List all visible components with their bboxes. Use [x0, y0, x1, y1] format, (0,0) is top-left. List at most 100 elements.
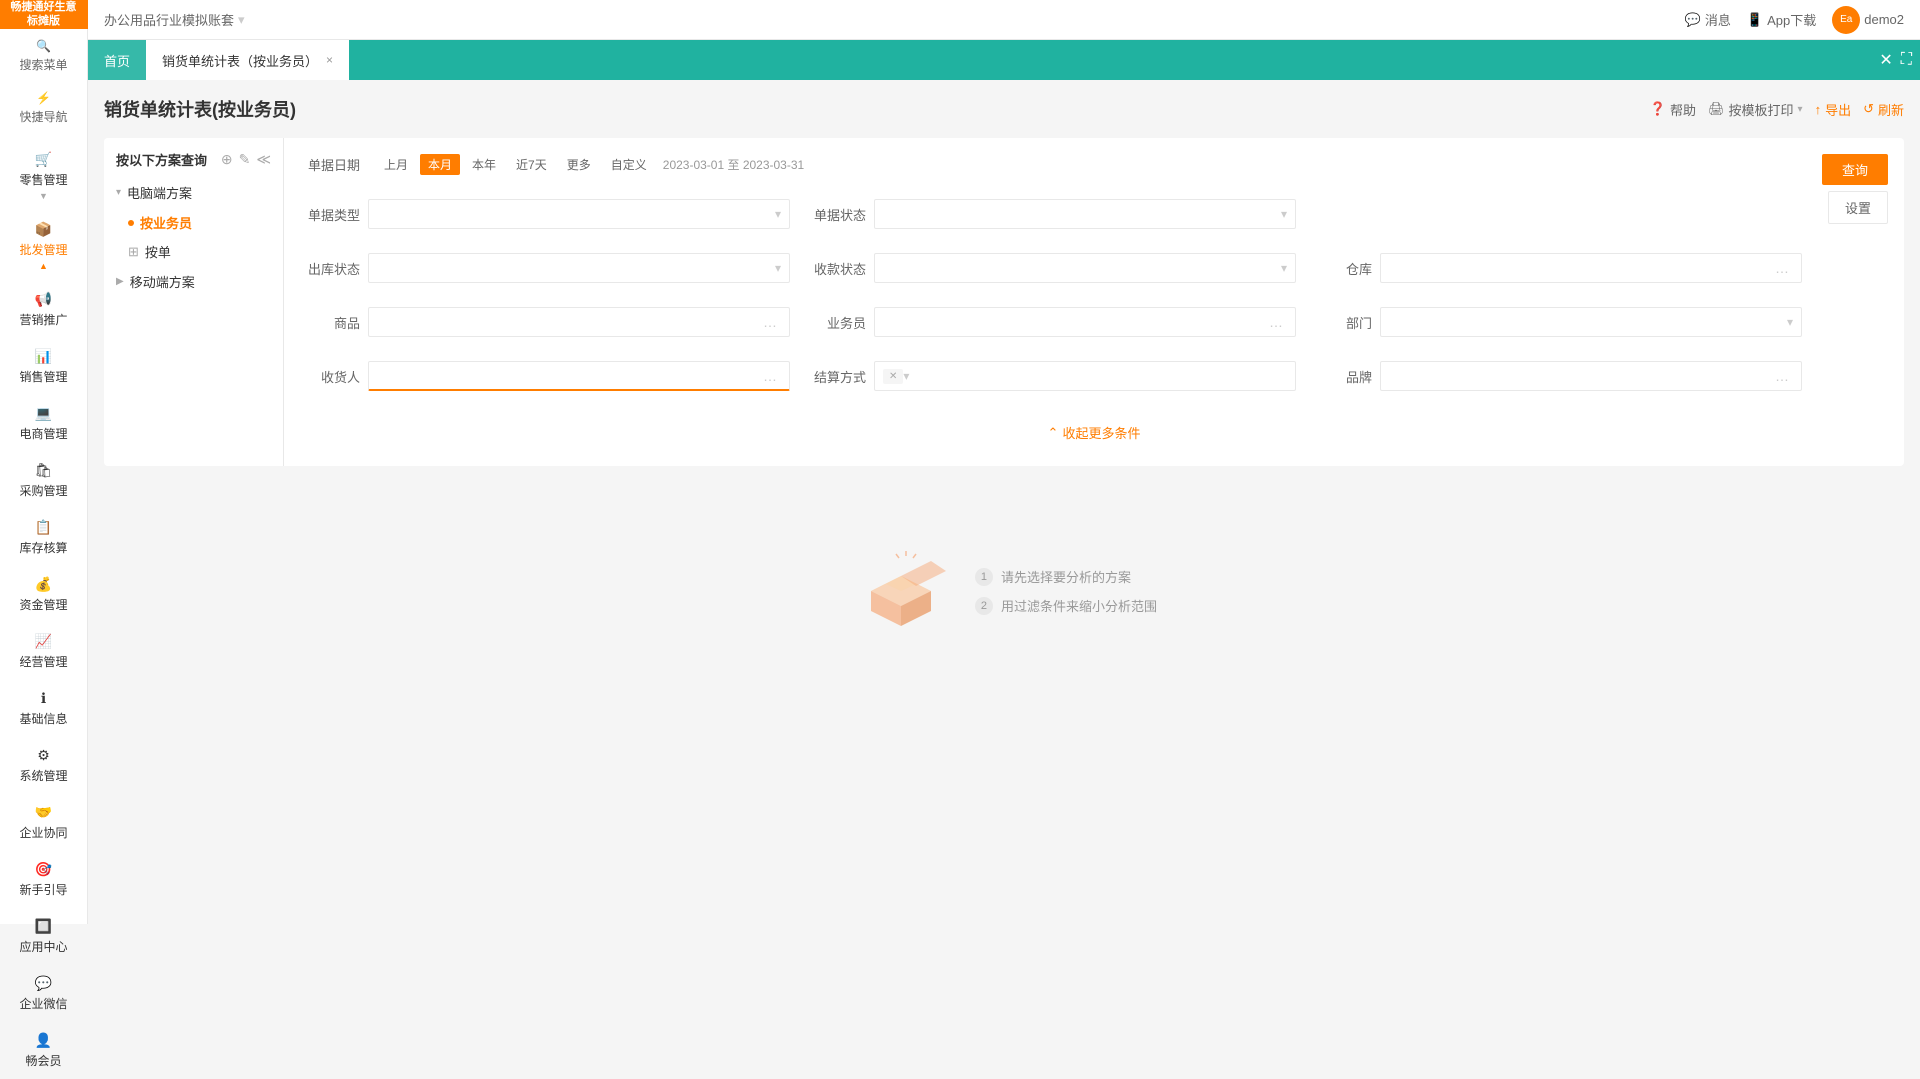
sidebar-item-member[interactable]: 👤 畅会员: [0, 1022, 87, 1079]
consignee-input[interactable]: [377, 368, 759, 383]
message-button[interactable]: 💬 消息: [1685, 10, 1731, 29]
sidebar-item-wholesale[interactable]: 📦 批发管理 ▲: [0, 211, 87, 281]
inventory-icon: 📋: [35, 519, 52, 536]
doctype-select[interactable]: ▾: [368, 199, 790, 229]
mobile-icon: 📱: [1747, 12, 1763, 28]
tree-desktop-children: 按业务员 ⊞ 按单: [104, 208, 283, 266]
brand-label: 品牌: [1312, 367, 1372, 386]
sidebar-item-collab[interactable]: 🤝 企业协同: [0, 794, 87, 851]
date-btn-custom[interactable]: 自定义: [603, 154, 655, 175]
tree-desktop-section[interactable]: ▾ 电脑端方案: [104, 177, 283, 208]
stockstatus-select[interactable]: ▾: [368, 253, 790, 283]
product-dots-icon[interactable]: …: [759, 314, 781, 330]
date-btn-more[interactable]: 更多: [559, 154, 599, 175]
salesperson-input[interactable]: [883, 315, 1265, 330]
help-label: 帮助: [1670, 100, 1696, 119]
date-btn-7days[interactable]: 近7天: [508, 154, 555, 175]
salesperson-field[interactable]: …: [874, 307, 1296, 337]
tree-mobile-section[interactable]: ▶ 移动端方案: [104, 266, 283, 297]
product-label: 商品: [300, 313, 360, 332]
wholesale-icon: 📦: [35, 221, 52, 238]
date-btn-last-month[interactable]: 上月: [376, 154, 416, 175]
sidebar-item-wechat[interactable]: 💬 企业微信: [0, 965, 87, 1022]
date-btn-this-year[interactable]: 本年: [464, 154, 504, 175]
sidebar-item-inventory[interactable]: 📋 库存核算: [0, 509, 87, 566]
collapse-panel-icon[interactable]: ≪: [256, 151, 271, 168]
retail-label: 零售管理: [19, 171, 67, 188]
tip1-num: 1: [975, 568, 993, 586]
filter-group-salesperson: 业务员 …: [806, 307, 1296, 337]
docstatus-arrow-icon: ▾: [1281, 207, 1287, 221]
salesperson-scheme-label: 按业务员: [140, 213, 192, 232]
product-field[interactable]: …: [368, 307, 790, 337]
help-button[interactable]: ❓ 帮助: [1650, 100, 1696, 119]
template-print-button[interactable]: 🖨 按模板打印 ▾: [1708, 100, 1803, 119]
sidebar-item-ecommerce[interactable]: 💻 电商管理: [0, 395, 87, 452]
sales-label: 销售管理: [19, 368, 67, 385]
consignee-field[interactable]: …: [368, 361, 790, 391]
product-input[interactable]: [377, 315, 759, 330]
filter-group-warehouse: 仓库 …: [1312, 253, 1802, 283]
page-header-actions: ❓ 帮助 🖨 按模板打印 ▾ ↑ 导出 ↺ 刷新: [1650, 100, 1904, 119]
settlement-tag-close-icon[interactable]: ✕: [889, 371, 897, 382]
app-download-button[interactable]: 📱 App下载: [1747, 10, 1816, 29]
settlement-select[interactable]: ✕ ▾: [874, 361, 1296, 391]
sidebar-item-system[interactable]: ⚙ 系统管理: [0, 737, 87, 794]
left-panel-title: 按以下方案查询: [116, 150, 207, 169]
sidebar-item-operations[interactable]: 📈 经营管理: [0, 623, 87, 680]
filter-group-stockstatus: 出库状态 ▾: [300, 253, 790, 283]
sidebar-item-shortcut[interactable]: ⚡ 快捷导航: [0, 83, 87, 133]
filter-row-date: 单据日期 上月 本月 本年 近7天 更多 自定义 2023-03-01 至 20…: [300, 154, 1802, 175]
consignee-dots-icon[interactable]: …: [759, 368, 781, 384]
tab-close-button[interactable]: ×: [326, 54, 333, 66]
tab-home[interactable]: 首页: [88, 40, 146, 80]
tabbar-close-icon[interactable]: ✕: [1879, 50, 1892, 70]
doctype-arrow-icon: ▾: [775, 207, 781, 221]
help-icon: ❓: [1650, 101, 1666, 117]
sidebar-item-marketing[interactable]: 📢 营销推广: [0, 281, 87, 338]
date-btn-this-month[interactable]: 本月: [420, 154, 460, 175]
settings-button[interactable]: 设置: [1828, 191, 1888, 224]
app-logo: 畅捷通好生意 标摊版: [0, 0, 88, 29]
sidebar-item-retail[interactable]: 🛒 零售管理 ▼: [0, 141, 87, 211]
sidebar-item-guide[interactable]: 🎯 新手引导: [0, 851, 87, 908]
paymentstatus-select[interactable]: ▾: [874, 253, 1296, 283]
sidebar-item-sales[interactable]: 📊 销售管理: [0, 338, 87, 395]
tree-mobile-toggle-icon: ▶: [116, 276, 124, 287]
order-scheme-label: 按单: [145, 242, 171, 261]
warehouse-dots-icon[interactable]: …: [1771, 260, 1793, 276]
brand-input[interactable]: [1389, 369, 1771, 384]
edit-scheme-icon[interactable]: ✎: [239, 151, 251, 168]
refresh-button[interactable]: ↺ 刷新: [1863, 100, 1904, 119]
brand-dots-icon[interactable]: …: [1771, 368, 1793, 384]
topbar-actions: 💬 消息 📱 App下载 Ea demo2: [1685, 6, 1904, 34]
salesperson-dots-icon[interactable]: …: [1265, 314, 1287, 330]
docstatus-select[interactable]: ▾: [874, 199, 1296, 229]
warehouse-field[interactable]: …: [1380, 253, 1802, 283]
sidebar-item-finance[interactable]: 💰 资金管理: [0, 566, 87, 623]
sidebar-item-apps[interactable]: 🔲 应用中心: [0, 908, 87, 965]
brand-field[interactable]: …: [1380, 361, 1802, 391]
department-select[interactable]: ▾: [1380, 307, 1802, 337]
sidebar-item-basics[interactable]: ℹ 基础信息: [0, 680, 87, 737]
wechat-label: 企业微信: [19, 995, 67, 1012]
sidebar-item-purchase[interactable]: 🛍 采购管理: [0, 452, 87, 509]
filter-group-brand: 品牌 …: [1312, 361, 1802, 391]
page-container: 销货单统计表(按业务员) ❓ 帮助 🖨 按模板打印 ▾ ↑ 导出: [88, 80, 1920, 732]
collapse-bar[interactable]: ⌃ 收起更多条件: [300, 415, 1888, 450]
tab-current[interactable]: 销货单统计表（按业务员） ×: [146, 40, 349, 80]
sidebar-item-search[interactable]: 🔍 搜索菜单: [0, 29, 87, 83]
warehouse-input[interactable]: [1389, 261, 1771, 276]
refresh-label: 刷新: [1878, 100, 1904, 119]
query-button[interactable]: 查询: [1822, 154, 1888, 185]
date-bar: 上月 本月 本年 近7天 更多 自定义 2023-03-01 至 2023-03…: [376, 154, 804, 175]
active-dot-icon: [128, 220, 134, 226]
add-scheme-icon[interactable]: ⊕: [221, 151, 233, 168]
tabbar-expand-icon[interactable]: ⛶: [1901, 51, 1912, 69]
tree-item-order[interactable]: ⊞ 按单: [128, 237, 283, 266]
export-button[interactable]: ↑ 导出: [1815, 100, 1852, 119]
tree-item-salesperson[interactable]: 按业务员: [128, 208, 283, 237]
user-menu[interactable]: Ea demo2: [1832, 6, 1904, 34]
tab-current-label: 销货单统计表（按业务员）: [162, 51, 318, 70]
finance-label: 资金管理: [19, 596, 67, 613]
